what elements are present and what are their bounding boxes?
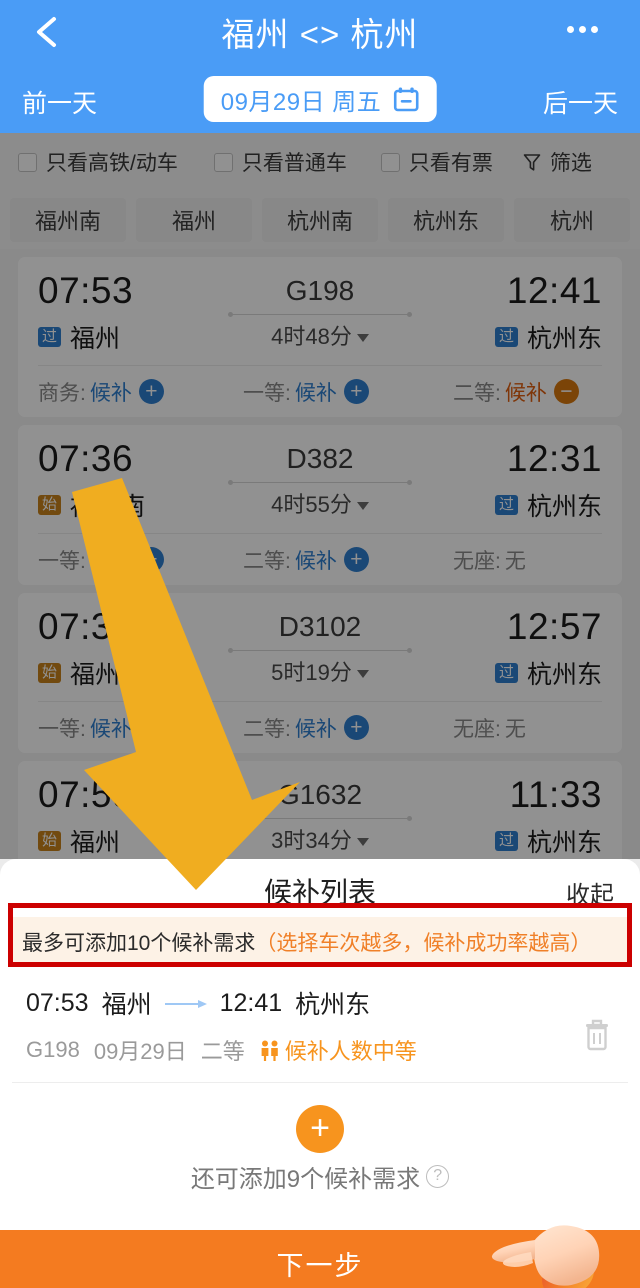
waitlist-item[interactable]: 07:53 福州 12:41 杭州东 G198 09月29日 二等 候补人数中等 <box>26 967 614 1082</box>
waitlist-popularity-label: 候补人数中等 <box>284 1039 417 1064</box>
notice-wrapper: 最多可添加10个候补需求 （选择车次越多，候补成功率越高） <box>8 903 632 967</box>
app-screen: 福州 <> 杭州 前一天 09月29日 周五 后一天 只看高铁/动车 只看普通车… <box>0 0 640 1288</box>
waitlist-date: 09月29日 <box>93 1039 187 1064</box>
page-title: 福州 <> 杭州 <box>221 16 419 53</box>
date-label: 09月29日 周五 <box>220 88 382 116</box>
more-options-icon <box>566 26 574 33</box>
add-waitlist-label: 还可添加9个候补需求 <box>190 1166 421 1193</box>
date-selector-row: 前一天 09月29日 周五 后一天 <box>0 66 640 133</box>
calendar-icon <box>393 87 419 112</box>
arrow-right-icon <box>164 1000 207 1008</box>
trash-icon[interactable] <box>582 1017 612 1051</box>
prev-day-button[interactable]: 前一天 <box>22 84 97 120</box>
question-mark-icon[interactable]: ? <box>426 1165 450 1188</box>
notice-highlight-text: （选择车次越多，候补成功率越高） <box>255 932 592 955</box>
more-options-button[interactable] <box>564 12 614 52</box>
waitlist-detail-row: G198 09月29日 二等 候补人数中等 <box>26 1034 614 1066</box>
notice-main-text: 最多可添加10个候补需求 <box>22 932 256 955</box>
app-header: 福州 <> 杭州 前一天 09月29日 周五 后一天 <box>0 0 640 133</box>
waitlist-bottom-sheet: 候补列表 收起 最多可添加10个候补需求 （选择车次越多，候补成功率越高） 07:… <box>0 859 640 1230</box>
collapse-button[interactable]: 收起 <box>566 875 614 910</box>
more-options-icon <box>590 26 598 33</box>
bottom-action-bar[interactable]: 下一步 <box>0 1225 640 1288</box>
modal-dim-overlay[interactable] <box>0 133 640 859</box>
date-chip[interactable]: 09月29日 周五 <box>203 76 437 122</box>
add-waitlist-area[interactable]: + 还可添加9个候补需求 ? <box>0 1083 640 1194</box>
more-options-icon <box>578 26 586 33</box>
waitlist-arrive-station: 杭州东 <box>295 991 371 1019</box>
waitlist-depart-station: 福州 <box>101 991 152 1019</box>
waitlist-route-row: 07:53 福州 12:41 杭州东 <box>26 985 614 1021</box>
waitlist-popularity: 候补人数中等 <box>259 1034 417 1066</box>
sheet-title: 候补列表 <box>263 877 376 908</box>
pointing-hand-cursor-icon <box>491 1225 600 1288</box>
waitlist-arrive-time: 12:41 <box>219 988 283 1017</box>
waitlist-depart-time: 07:53 <box>26 988 89 1017</box>
next-day-button[interactable]: 后一天 <box>543 84 618 120</box>
notice-banner: 最多可添加10个候补需求 （选择车次越多，候补成功率越高） <box>8 917 632 967</box>
nav-bar: 福州 <> 杭州 <box>0 0 640 66</box>
people-icon <box>261 1040 278 1061</box>
waitlist-train-code: G198 <box>26 1037 80 1062</box>
add-waitlist-label-row: 还可添加9个候补需求 ? <box>0 1159 640 1194</box>
waitlist-seat-class: 二等 <box>200 1039 245 1064</box>
add-waitlist-button[interactable]: + <box>296 1105 344 1153</box>
sheet-header: 候补列表 收起 <box>0 859 640 917</box>
